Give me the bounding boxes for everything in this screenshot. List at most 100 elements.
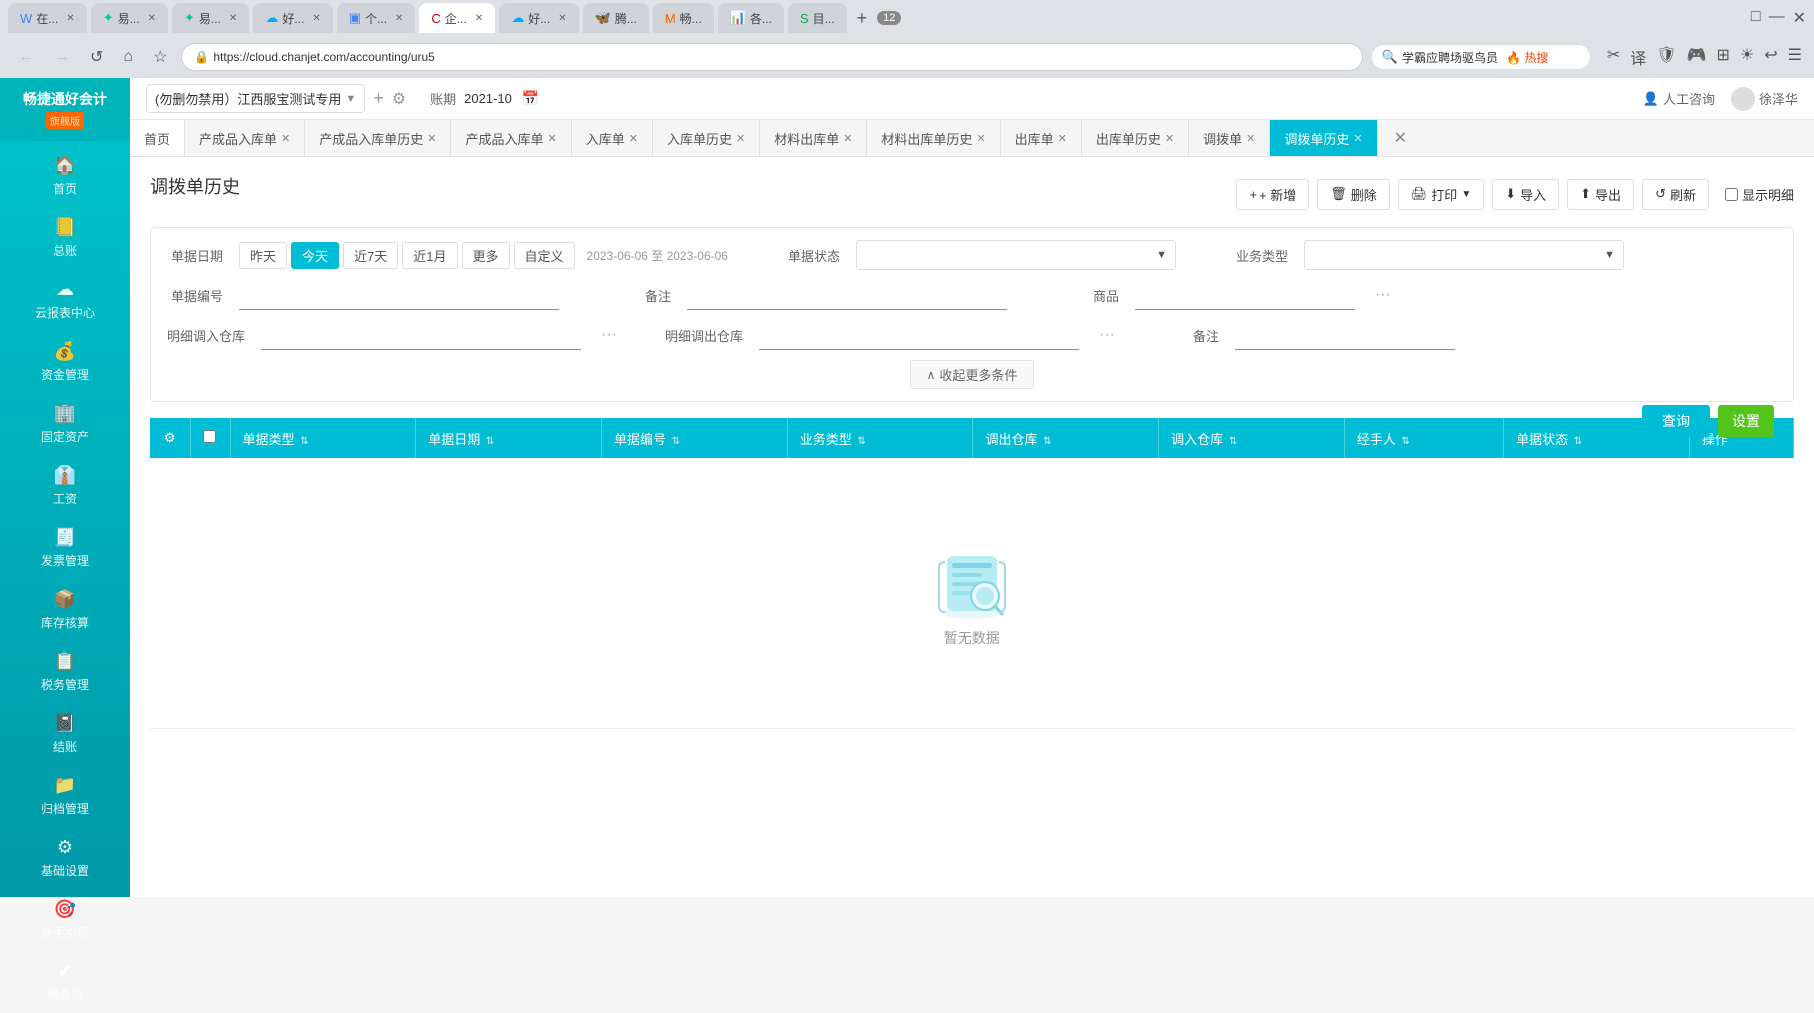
status-select[interactable]: ▼ — [856, 240, 1176, 270]
grid-icon[interactable]: ⊞ — [1717, 45, 1730, 69]
table-gear-icon[interactable]: ⚙ — [164, 430, 176, 445]
translate-icon[interactable]: 译 — [1630, 45, 1646, 69]
display-toggle[interactable]: 显示明细 — [1725, 185, 1794, 204]
tab-close-material-out[interactable]: ✕ — [843, 132, 852, 145]
close-window-icon[interactable]: ✕ — [1793, 8, 1806, 28]
more-btn[interactable]: 更多 — [462, 242, 510, 269]
tab-close-product-in2[interactable]: ✕ — [548, 132, 557, 145]
tab-close-6[interactable]: ✕ — [475, 13, 483, 24]
sidebar-item-guide[interactable]: 🎯 新手引导 — [0, 889, 130, 951]
collapse-button[interactable]: ∧ 收起更多条件 — [910, 360, 1035, 389]
sidebar-item-report[interactable]: ☁ 云报表中心 — [0, 269, 130, 331]
doc-no-input[interactable] — [239, 280, 559, 310]
sidebar-item-funds[interactable]: 💰 资金管理 — [0, 331, 130, 393]
tab-close-out-order[interactable]: ✕ — [1058, 132, 1067, 145]
detail-in-more-icon[interactable]: ··· — [601, 326, 617, 344]
forward-button[interactable]: → — [48, 46, 76, 68]
minimize-icon[interactable]: — — [1769, 8, 1785, 28]
browser-tab-6[interactable]: C 企... ✕ — [419, 3, 495, 33]
new-button[interactable]: + + 新增 — [1236, 179, 1309, 210]
calendar-icon[interactable]: 📅 — [522, 90, 539, 107]
remark-input[interactable] — [687, 280, 1007, 310]
sidebar-item-settings[interactable]: ⚙ 基础设置 — [0, 827, 130, 889]
refresh-button[interactable]: ↺ 刷新 — [1642, 179, 1709, 210]
add-company-icon[interactable]: + — [373, 88, 384, 109]
address-input[interactable]: 🔒 https://cloud.chanjet.com/accounting/u… — [181, 43, 1362, 71]
export-button[interactable]: ⬆ 导出 — [1567, 179, 1634, 210]
tab-close-product-in-hist[interactable]: ✕ — [427, 132, 436, 145]
tab-in-order[interactable]: 入库单 ✕ — [572, 120, 653, 156]
browser-tab-4[interactable]: ☁ 好... ✕ — [253, 3, 332, 33]
tab-out-hist[interactable]: 出库单历史 ✕ — [1082, 120, 1189, 156]
th-no[interactable]: 单据编号 ⇅ — [601, 418, 787, 458]
sidebar-item-archive[interactable]: 📁 归档管理 — [0, 765, 130, 827]
tab-transfer[interactable]: 调拨单 ✕ — [1189, 120, 1270, 156]
display-checkbox[interactable] — [1725, 188, 1738, 201]
select-all-checkbox[interactable] — [203, 430, 216, 443]
game-icon[interactable]: 🎮 — [1687, 45, 1707, 69]
tab-close-transfer-hist[interactable]: ✕ — [1353, 132, 1362, 145]
tab-close-5[interactable]: ✕ — [395, 13, 403, 24]
detail-out-more-icon[interactable]: ··· — [1099, 326, 1115, 344]
tab-close-in-hist[interactable]: ✕ — [736, 132, 745, 145]
company-selector[interactable]: (勿删勿禁用）江西服宝测试专用 ▼ — [146, 84, 365, 113]
th-type[interactable]: 单据类型 ⇅ — [230, 418, 416, 458]
tab-close-in-order[interactable]: ✕ — [629, 132, 638, 145]
week-btn[interactable]: 近7天 — [343, 242, 398, 269]
bookmark-button[interactable]: ☆ — [147, 45, 173, 69]
tab-close-7[interactable]: ✕ — [558, 13, 566, 24]
back-button[interactable]: ← — [12, 46, 40, 68]
tab-close-3[interactable]: ✕ — [229, 13, 237, 24]
tab-close-product-in[interactable]: ✕ — [281, 132, 290, 145]
print-button[interactable]: 🖨 打印 ▼ — [1398, 179, 1484, 210]
sidebar-item-invoice[interactable]: 🧾 发票管理 — [0, 517, 130, 579]
sidebar-item-member[interactable]: ✔ 畅会员 — [0, 951, 130, 1013]
shield-icon[interactable]: 🛡 — [1656, 45, 1676, 69]
new-tab-button[interactable]: + — [851, 8, 874, 29]
th-in-warehouse[interactable]: 调入仓库 ⇅ — [1159, 418, 1345, 458]
reload-button[interactable]: ↺ — [84, 45, 109, 69]
query-button[interactable]: 查询 — [1642, 405, 1710, 437]
sidebar-item-home[interactable]: 🏠 首页 — [0, 145, 130, 207]
sidebar-item-assets[interactable]: 🏢 固定资产 — [0, 393, 130, 455]
tab-close-out-hist[interactable]: ✕ — [1165, 132, 1174, 145]
month-btn[interactable]: 近1月 — [402, 242, 457, 269]
settings-gear-icon[interactable]: ⚙ — [392, 89, 406, 109]
tab-close-4[interactable]: ✕ — [312, 13, 320, 24]
th-gear[interactable]: ⚙ — [150, 418, 190, 458]
remark2-input[interactable] — [1235, 320, 1455, 350]
browser-tab-7[interactable]: ☁ 好... ✕ — [499, 3, 578, 33]
tab-close-material-out-hist[interactable]: ✕ — [976, 132, 985, 145]
import-button[interactable]: ⬇ 导入 — [1492, 179, 1559, 210]
today-btn[interactable]: 今天 — [291, 242, 339, 269]
tab-in-hist[interactable]: 入库单历史 ✕ — [653, 120, 760, 156]
th-checkbox[interactable] — [190, 418, 230, 458]
detail-out-input[interactable] — [759, 320, 1079, 350]
tab-close-transfer[interactable]: ✕ — [1246, 132, 1255, 145]
detail-in-input[interactable] — [261, 320, 581, 350]
user-area[interactable]: 徐泽华 — [1731, 87, 1798, 111]
th-handler[interactable]: 经手人 ⇅ — [1344, 418, 1503, 458]
filter-settings-button[interactable]: 设置 — [1718, 405, 1774, 437]
goods-more-icon[interactable]: ··· — [1375, 286, 1391, 304]
tab-product-in[interactable]: 产成品入库单 ✕ — [185, 120, 305, 156]
cut-icon[interactable]: ✂ — [1607, 45, 1620, 69]
browser-tab-11[interactable]: S 目... — [788, 3, 847, 33]
browser-tab-3[interactable]: ✦ 易... ✕ — [172, 3, 249, 33]
sidebar-item-inventory[interactable]: 📦 库存核算 — [0, 579, 130, 641]
th-date[interactable]: 单据日期 ⇅ — [416, 418, 602, 458]
th-out-warehouse[interactable]: 调出仓库 ⇅ — [973, 418, 1159, 458]
custom-btn[interactable]: 自定义 — [514, 242, 575, 269]
browser-tab-9[interactable]: M 畅... — [653, 3, 714, 33]
tab-close-1[interactable]: ✕ — [66, 13, 74, 24]
browser-tab-8[interactable]: 🦋 腾... — [583, 3, 649, 33]
delete-button[interactable]: 🗑 删除 — [1317, 179, 1390, 210]
tab-transfer-hist[interactable]: 调拨单历史 ✕ — [1270, 120, 1377, 156]
tab-product-in2[interactable]: 产成品入库单 ✕ — [451, 120, 571, 156]
close-all-tabs-icon[interactable]: ✕ — [1386, 128, 1415, 148]
menu-icon[interactable]: ☰ — [1788, 45, 1802, 69]
tab-product-in-hist[interactable]: 产成品入库单历史 ✕ — [305, 120, 451, 156]
tab-home[interactable]: 首页 — [130, 120, 185, 156]
sidebar-item-ledger[interactable]: 📒 总账 — [0, 207, 130, 269]
tab-close-2[interactable]: ✕ — [148, 13, 156, 24]
